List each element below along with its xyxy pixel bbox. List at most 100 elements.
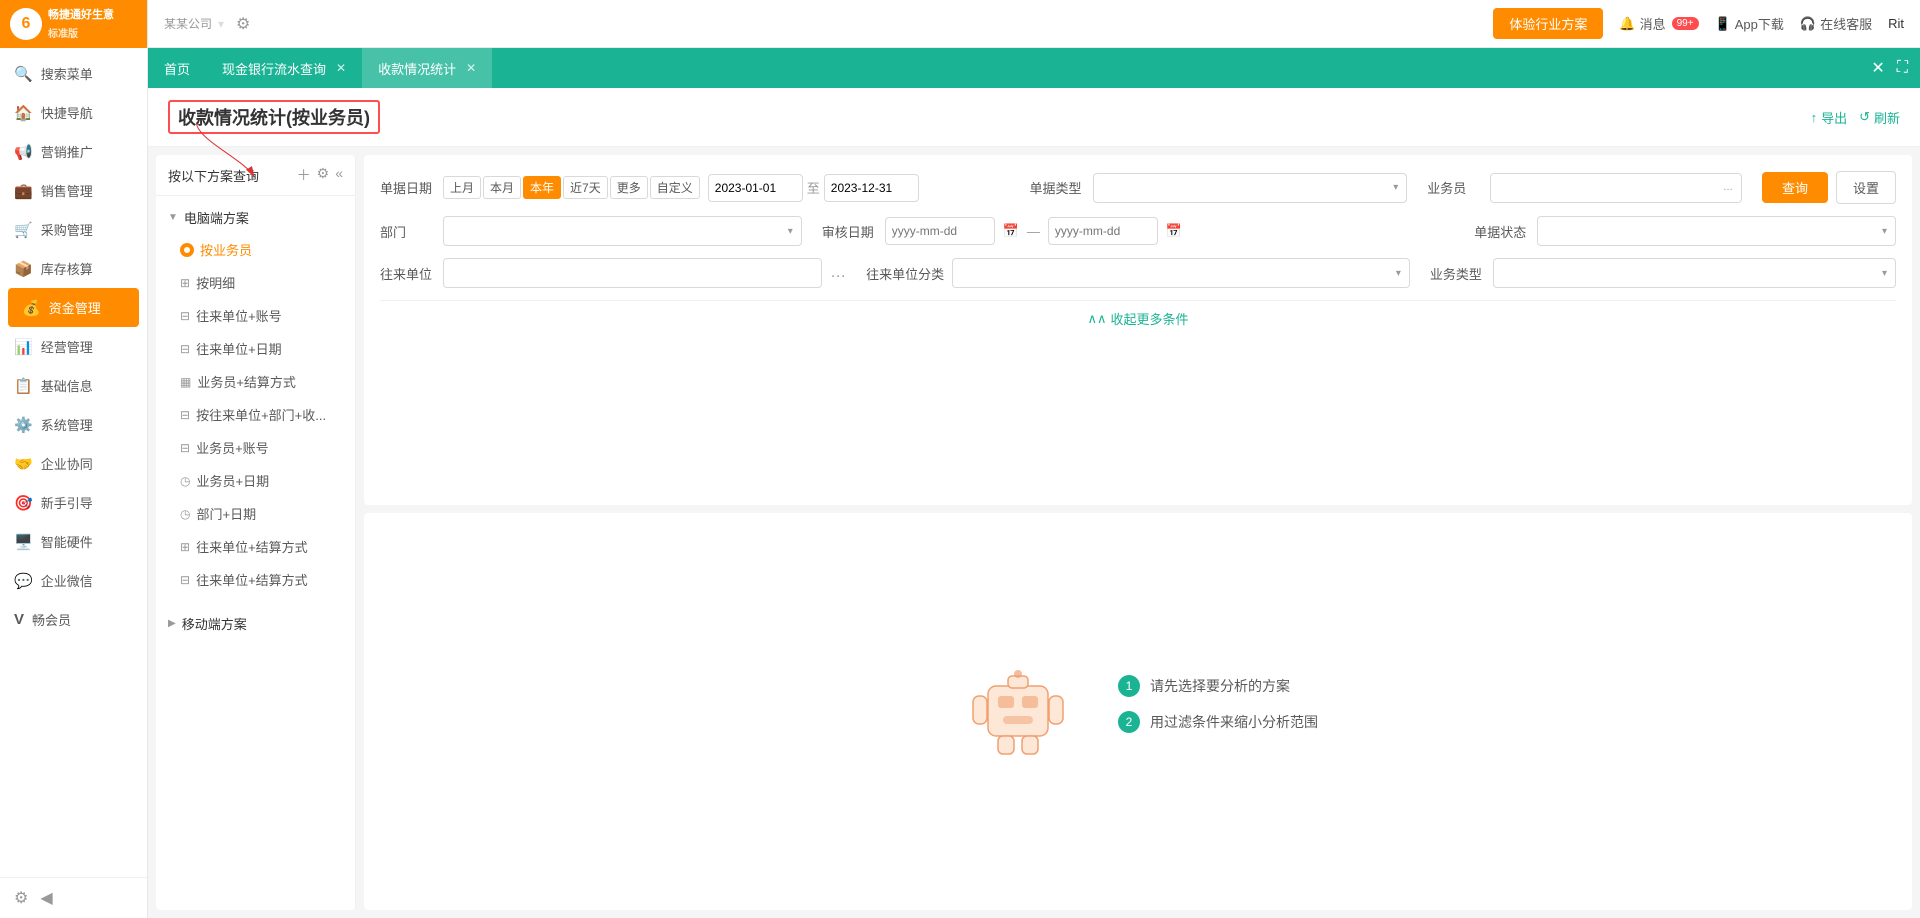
export-icon: ↑ — [1811, 110, 1818, 125]
scheme-header-title: 按以下方案查询 — [168, 166, 259, 185]
tab-bank[interactable]: 现金银行流水查询 ✕ — [206, 48, 362, 88]
scheme-item-staff-account[interactable]: ⊟ 业务员+账号 — [156, 431, 355, 464]
tab-bank-close[interactable]: ✕ — [336, 61, 346, 75]
app-download-btn[interactable]: 📱 App下载 — [1715, 14, 1784, 33]
tab-bank-label: 现金银行流水查询 — [222, 59, 326, 78]
settings-bottom-icon[interactable]: ⚙ — [14, 888, 28, 908]
scheme-group-desktop-title[interactable]: ▼ 电脑端方案 — [156, 202, 355, 233]
sidebar-item-purchase[interactable]: 🛒采购管理 — [0, 210, 147, 249]
scheme-item-unit-dept[interactable]: ⊟ 按往来单位+部门+收... — [156, 398, 355, 431]
empty-steps: 1 请先选择要分析的方案 2 用过滤条件来缩小分析范围 — [1118, 675, 1318, 747]
sidebar-item-label: 系统管理 — [41, 415, 93, 434]
scheme-group-mobile-title[interactable]: ▶ 移动端方案 — [156, 608, 355, 639]
export-btn[interactable]: ↑ 导出 — [1811, 108, 1848, 127]
sidebar-item-sales[interactable]: 💼销售管理 — [0, 171, 147, 210]
corp-icon: 🤝 — [14, 455, 33, 473]
scheme-item-unit-payment2[interactable]: ⊟ 往来单位+结算方式 — [156, 563, 355, 596]
sidebar-item-marketing[interactable]: 📢营销推广 — [0, 132, 147, 171]
dept-arrow-icon: ▾ — [788, 226, 793, 237]
sales-icon: 💼 — [14, 182, 33, 200]
scheme-item-detail[interactable]: ⊞ 按明细 — [156, 266, 355, 299]
sidebar-item-hardware[interactable]: 🖥️智能硬件 — [0, 522, 147, 561]
page-header-actions: ↑ 导出 ↺ 刷新 — [1811, 108, 1900, 127]
tab-fullscreen-icon[interactable]: ⛶ — [1897, 59, 1908, 77]
sidebar-item-operations[interactable]: 📊经营管理 — [0, 327, 147, 366]
settings-button[interactable]: 设置 — [1836, 171, 1896, 204]
date-to-input[interactable] — [824, 174, 919, 202]
sidebar-item-wechat[interactable]: 💬企业微信 — [0, 561, 147, 600]
scheme-item-unit-account[interactable]: ⊟ 往来单位+账号 — [156, 299, 355, 332]
refresh-btn[interactable]: ↺ 刷新 — [1859, 108, 1900, 127]
bell-icon: 🔔 — [1619, 16, 1635, 32]
sidebar-item-member[interactable]: V畅会员 — [0, 600, 147, 639]
review-date-from-input[interactable] — [885, 217, 995, 245]
sidebar-item-quicknav[interactable]: 🏠快捷导航 — [0, 93, 147, 132]
date-btn-custom[interactable]: 自定义 — [650, 176, 700, 199]
docstatus-select[interactable]: ▾ — [1537, 216, 1896, 246]
date-btn-last-month[interactable]: 上月 — [443, 176, 481, 199]
scheme-item-unit-payment1[interactable]: ⊞ 往来单位+结算方式 — [156, 530, 355, 563]
sidebar-item-finance[interactable]: 💰资金管理 — [8, 288, 139, 327]
tab-receipt[interactable]: 收款情况统计 ✕ — [362, 48, 492, 88]
unit-class-select[interactable]: ▾ — [952, 258, 1410, 288]
date-btn-more[interactable]: 更多 — [610, 176, 648, 199]
unit-more-icon[interactable]: … — [830, 264, 846, 282]
tabbar-right: ✕ ⛶ — [1871, 58, 1920, 78]
scheme-item-staff-date[interactable]: ◷ 业务员+日期 — [156, 464, 355, 497]
scheme-group-label: 电脑端方案 — [184, 208, 249, 227]
tab-receipt-close[interactable]: ✕ — [466, 61, 476, 75]
user-name[interactable]: Rit — [1888, 16, 1904, 31]
scheme-item-staff-payment[interactable]: ▦ 业务员+结算方式 — [156, 365, 355, 398]
sidebar-item-inventory[interactable]: 📦库存核算 — [0, 249, 147, 288]
headset-icon: 🎧 — [1800, 16, 1816, 32]
calendar-icon: 📅 — [1003, 223, 1019, 239]
main-area: 某某公司 ▾ ⚙ 体验行业方案 🔔 消息 99+ 📱 App下载 🎧 在线客服 … — [148, 0, 1920, 918]
staff-select[interactable]: … — [1490, 173, 1742, 203]
sidebar-item-label: 企业微信 — [41, 571, 93, 590]
doctype-label: 单据类型 — [1030, 178, 1085, 197]
review-date-to-input[interactable] — [1048, 217, 1158, 245]
trial-button[interactable]: 体验行业方案 — [1493, 8, 1603, 39]
online-service-label: 在线客服 — [1820, 14, 1872, 33]
scheme-settings-icon[interactable]: ⚙ — [317, 165, 330, 185]
table-icon: ⊟ — [180, 309, 190, 323]
scheme-item-unit-date[interactable]: ⊟ 往来单位+日期 — [156, 332, 355, 365]
scheme-collapse-icon[interactable]: « — [335, 165, 343, 185]
step-1-num: 1 — [1118, 675, 1140, 697]
breadcrumb: 某某公司 ▾ — [164, 15, 224, 32]
messages-btn[interactable]: 🔔 消息 99+ — [1619, 14, 1698, 33]
online-service-btn[interactable]: 🎧 在线客服 — [1800, 14, 1872, 33]
date-btn-this-year[interactable]: 本年 — [523, 176, 561, 199]
doctype-select[interactable]: ▾ — [1093, 173, 1408, 203]
query-button[interactable]: 查询 — [1762, 172, 1828, 203]
filter-field-date: 单据日期 上月 本月 本年 近7天 更多 自定义 — [380, 174, 1010, 202]
unit-select[interactable] — [443, 258, 822, 288]
date-from-input[interactable] — [708, 174, 803, 202]
scheme-item-staff[interactable]: 按业务员 — [156, 233, 355, 266]
sidebar-item-guide[interactable]: 🎯新手引导 — [0, 483, 147, 522]
dept-select[interactable]: ▾ — [443, 216, 802, 246]
biz-type-select[interactable]: ▾ — [1493, 258, 1896, 288]
scheme-item-dept-date[interactable]: ◷ 部门+日期 — [156, 497, 355, 530]
collapse-sidebar-icon[interactable]: ◀ — [40, 888, 52, 908]
sidebar-item-label: 搜索菜单 — [41, 64, 93, 83]
docstatus-arrow-icon: ▾ — [1882, 226, 1887, 237]
tabbar: 首页 现金银行流水查询 ✕ 收款情况统计 ✕ ✕ ⛶ — [148, 48, 1920, 88]
sidebar-item-label: 资金管理 — [49, 298, 101, 317]
sidebar-item-corp[interactable]: 🤝企业协同 — [0, 444, 147, 483]
sidebar-item-label: 基础信息 — [41, 376, 93, 395]
step-2-num: 2 — [1118, 711, 1140, 733]
tab-close-all-icon[interactable]: ✕ — [1871, 58, 1884, 78]
scheme-add-icon[interactable]: ＋ — [297, 165, 311, 185]
inventory-icon: 📦 — [14, 260, 33, 278]
topbar-gear-icon[interactable]: ⚙ — [236, 14, 250, 34]
table4-icon: ⊟ — [180, 441, 190, 455]
sidebar-item-label: 快捷导航 — [41, 103, 93, 122]
collapse-filter-btn[interactable]: ∧∧ 收起更多条件 — [380, 300, 1896, 336]
tab-home[interactable]: 首页 — [148, 48, 206, 88]
date-btn-7days[interactable]: 近7天 — [563, 176, 608, 199]
sidebar-item-system[interactable]: ⚙️系统管理 — [0, 405, 147, 444]
sidebar-item-basic[interactable]: 📋基础信息 — [0, 366, 147, 405]
date-btn-this-month[interactable]: 本月 — [483, 176, 521, 199]
sidebar-item-search[interactable]: 🔍搜索菜单 — [0, 54, 147, 93]
